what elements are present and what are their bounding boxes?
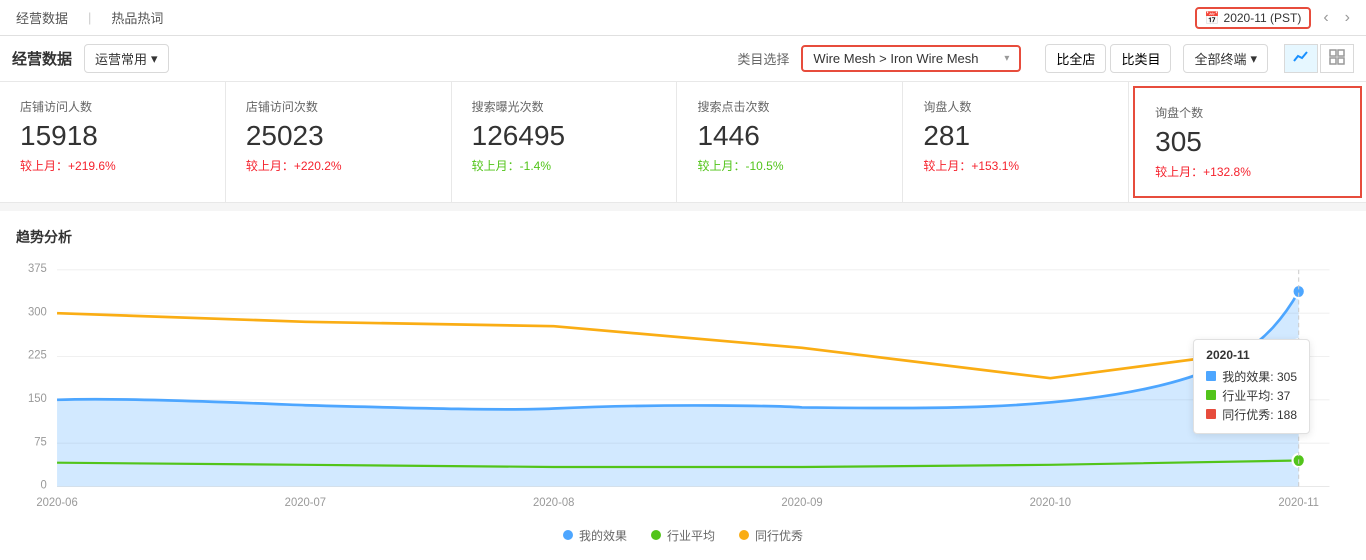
- calendar-icon: 📅: [1205, 11, 1220, 25]
- svg-text:375: 375: [28, 261, 47, 274]
- device-dropdown-caret: ▾: [1250, 51, 1257, 67]
- legend-dot-peer: [739, 530, 749, 540]
- stat-label-search-impressions: 搜索曝光次数: [472, 98, 657, 115]
- chart-section: 趋势分析 375 300 225 150 75 0: [0, 211, 1366, 560]
- legend-label-avg: 行业平均: [667, 527, 715, 544]
- legend-item-my: 我的效果: [563, 527, 627, 544]
- tooltip-marker-peer: [1206, 409, 1216, 419]
- stat-change-inquiry-people: 较上月：+153.1%: [923, 157, 1108, 174]
- legend-label-my: 我的效果: [579, 527, 627, 544]
- chart-container: 375 300 225 150 75 0 2020: [16, 259, 1350, 519]
- stats-row: 店铺访问人数 15918 较上月：+219.6% 店铺访问次数 25023 较上…: [0, 82, 1366, 203]
- chart-title: 趋势分析: [16, 227, 1350, 247]
- stat-label-visits: 店铺访问次数: [246, 98, 431, 115]
- stat-label-visitors: 店铺访问人数: [20, 98, 205, 115]
- nav-divider: |: [88, 10, 91, 25]
- grid-icon: [1329, 49, 1345, 65]
- svg-text:2020-11: 2020-11: [1278, 495, 1319, 508]
- stat-change-inquiry-count: 较上月：+132.8%: [1155, 163, 1340, 180]
- stat-card-inquiry-people: 询盘人数 281 较上月：+153.1%: [903, 82, 1129, 202]
- tooltip-label-my: 我的效果: 305: [1222, 368, 1297, 385]
- top-nav-right: 📅 2020-11 (PST) ‹ ›: [1195, 7, 1354, 29]
- svg-text:2020-06: 2020-06: [36, 495, 77, 508]
- svg-text:225: 225: [28, 348, 47, 361]
- nav-arrow-right[interactable]: ›: [1341, 9, 1354, 27]
- trend-chart: 375 300 225 150 75 0 2020: [16, 259, 1350, 519]
- tooltip-row-my: 我的效果: 305: [1206, 368, 1297, 385]
- nav-arrow-left[interactable]: ‹: [1319, 9, 1332, 27]
- svg-text:0: 0: [41, 478, 47, 491]
- stat-change-prefix-visitors: 较上月：: [20, 159, 68, 173]
- stat-change-val-visits: +220.2%: [294, 159, 342, 173]
- legend-dot-avg: [651, 530, 661, 540]
- date-value: 2020-11 (PST): [1224, 11, 1302, 25]
- view-line-btn[interactable]: [1284, 44, 1318, 73]
- svg-text:2020-09: 2020-09: [781, 495, 822, 508]
- stat-change-val-visitors: +219.6%: [68, 159, 116, 173]
- legend-item-avg: 行业平均: [651, 527, 715, 544]
- operation-dropdown-caret: ▾: [151, 51, 158, 67]
- page-title: 经营数据: [12, 48, 72, 69]
- category-caret: ▾: [1004, 53, 1009, 64]
- svg-text:150: 150: [28, 391, 47, 404]
- svg-text:300: 300: [28, 305, 47, 318]
- category-value: Wire Mesh > Iron Wire Mesh: [813, 51, 978, 66]
- stat-value-search-impressions: 126495: [472, 119, 657, 153]
- stat-change-search-impressions: 较上月：-1.4%: [472, 157, 657, 174]
- svg-text:2020-07: 2020-07: [285, 495, 326, 508]
- line-chart-icon: [1293, 49, 1309, 65]
- stat-card-search-impressions: 搜索曝光次数 126495 较上月：-1.4%: [452, 82, 678, 202]
- stat-change-visitors: 较上月：+219.6%: [20, 157, 205, 174]
- tooltip-row-avg: 行业平均: 37: [1206, 387, 1297, 404]
- chart-tooltip: 2020-11 我的效果: 305 行业平均: 37 同行优秀: 188: [1193, 339, 1310, 434]
- device-dropdown[interactable]: 全部终端 ▾: [1183, 44, 1268, 73]
- stat-card-search-clicks: 搜索点击次数 1446 较上月：-10.5%: [677, 82, 903, 202]
- category-label: 类目选择: [737, 49, 789, 68]
- date-picker[interactable]: 📅 2020-11 (PST): [1195, 7, 1312, 29]
- stat-value-search-clicks: 1446: [697, 119, 882, 153]
- stat-value-inquiry-count: 305: [1155, 125, 1340, 159]
- legend-dot-my: [563, 530, 573, 540]
- tooltip-label-peer: 同行优秀: 188: [1222, 406, 1297, 423]
- tooltip-row-peer: 同行优秀: 188: [1206, 406, 1297, 423]
- stat-label-inquiry-people: 询盘人数: [923, 98, 1108, 115]
- view-grid-btn[interactable]: [1320, 44, 1354, 73]
- operation-dropdown[interactable]: 运营常用 ▾: [84, 44, 169, 73]
- stat-card-inquiry-count: 询盘个数 305 较上月：+132.8%: [1133, 86, 1362, 198]
- compare-category-btn[interactable]: 比类目: [1110, 44, 1171, 73]
- stat-card-visits: 店铺访问次数 25023 较上月：+220.2%: [226, 82, 452, 202]
- stat-change-prefix-visits: 较上月：: [246, 159, 294, 173]
- stat-value-visits: 25023: [246, 119, 431, 153]
- stat-label-inquiry-count: 询盘个数: [1155, 104, 1340, 121]
- tooltip-label-avg: 行业平均: 37: [1222, 387, 1290, 404]
- compare-all-store-btn[interactable]: 比全店: [1045, 44, 1106, 73]
- legend-item-peer: 同行优秀: [739, 527, 803, 544]
- stat-card-visitors: 店铺访问人数 15918 较上月：+219.6%: [0, 82, 226, 202]
- svg-text:75: 75: [34, 435, 47, 448]
- tooltip-marker-avg: [1206, 390, 1216, 400]
- top-nav: 经营数据 | 热品热词 📅 2020-11 (PST) ‹ ›: [0, 0, 1366, 36]
- tooltip-marker-my: [1206, 371, 1216, 381]
- stat-change-visits: 较上月：+220.2%: [246, 157, 431, 174]
- stat-value-inquiry-people: 281: [923, 119, 1108, 153]
- compare-buttons: 比全店 比类目: [1045, 44, 1171, 73]
- stat-value-visitors: 15918: [20, 119, 205, 153]
- stat-change-search-clicks: 较上月：-10.5%: [697, 157, 882, 174]
- nav-item-hotproducts[interactable]: 热品热词: [107, 0, 167, 35]
- stat-label-search-clicks: 搜索点击次数: [697, 98, 882, 115]
- chart-legend: 我的效果 行业平均 同行优秀: [16, 527, 1350, 544]
- svg-text:2020-10: 2020-10: [1030, 495, 1071, 508]
- main-header: 经营数据 运营常用 ▾ 类目选择 Wire Mesh > Iron Wire M…: [0, 36, 1366, 82]
- svg-text:2020-08: 2020-08: [533, 495, 574, 508]
- view-buttons: [1284, 44, 1354, 73]
- category-select[interactable]: Wire Mesh > Iron Wire Mesh ▾: [801, 45, 1021, 72]
- operation-dropdown-label: 运营常用: [95, 49, 147, 68]
- legend-label-peer: 同行优秀: [755, 527, 803, 544]
- nav-item-business[interactable]: 经营数据: [12, 0, 72, 35]
- device-dropdown-label: 全部终端: [1194, 49, 1246, 68]
- tooltip-title: 2020-11: [1206, 348, 1297, 362]
